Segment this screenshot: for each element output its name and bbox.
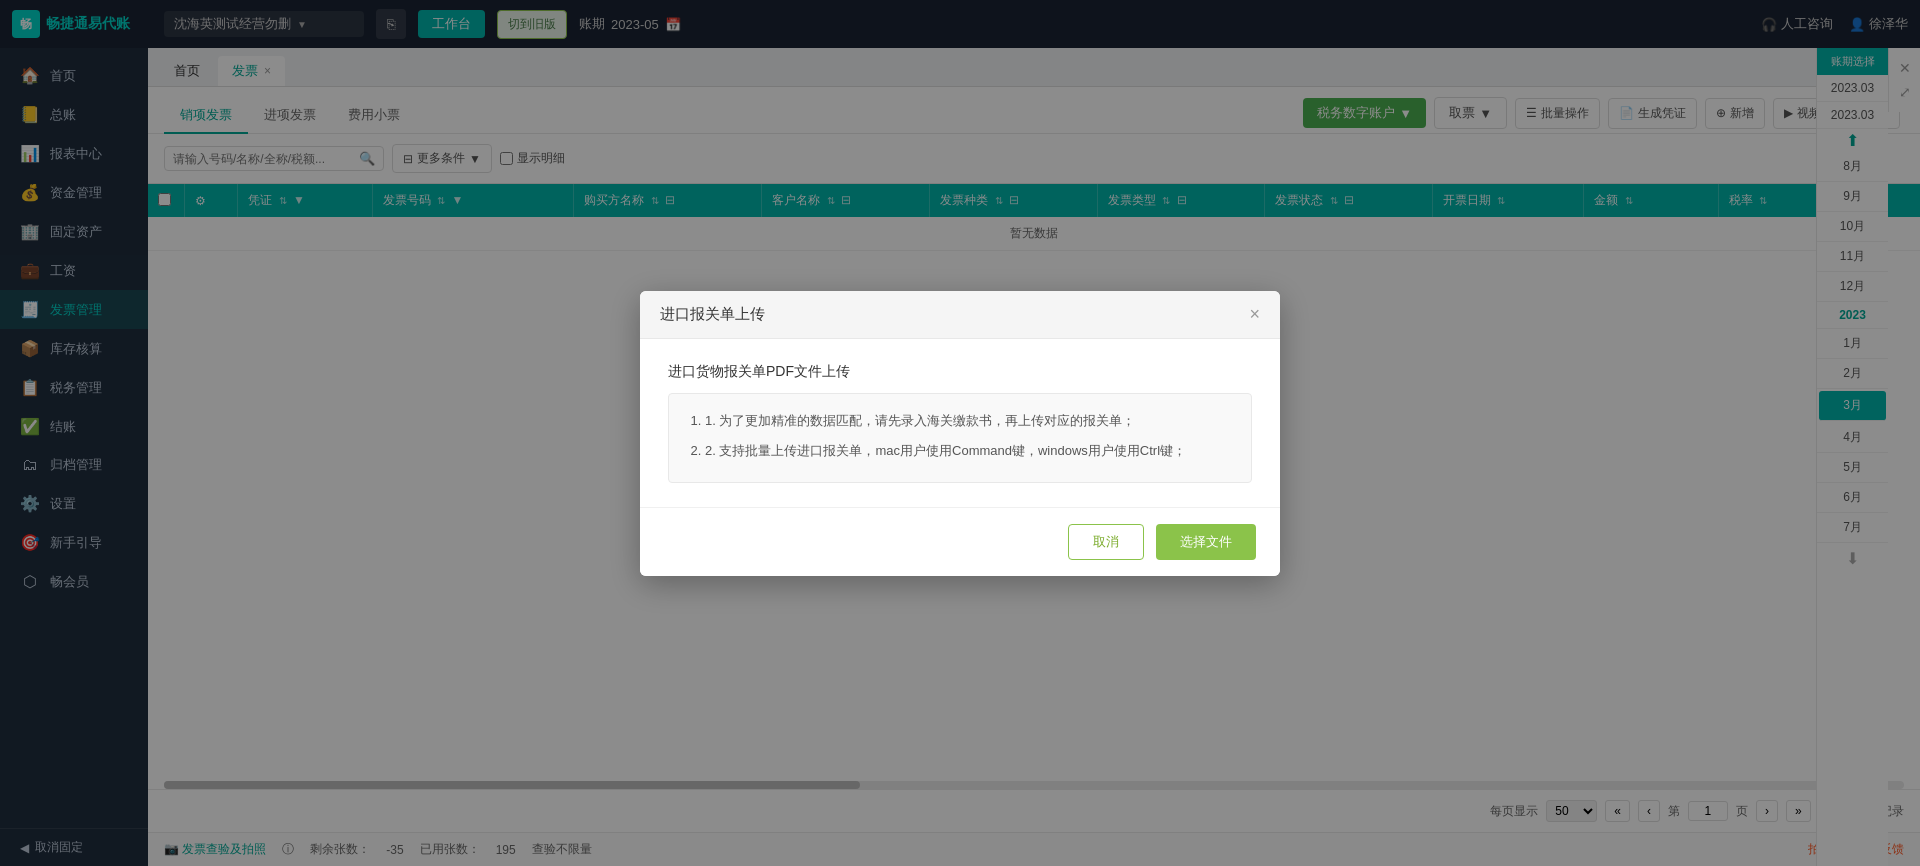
dialog-info-box: 1. 为了更加精准的数据匹配，请先录入海关缴款书，再上传对应的报关单； 2. 支… bbox=[668, 393, 1252, 483]
dialog-section-title: 进口货物报关单PDF文件上传 bbox=[668, 363, 1252, 381]
dialog-body: 进口货物报关单PDF文件上传 1. 为了更加精准的数据匹配，请先录入海关缴款书，… bbox=[640, 339, 1280, 507]
dialog-close-button[interactable]: × bbox=[1249, 305, 1260, 323]
dialog-info-line-1: 1. 为了更加精准的数据匹配，请先录入海关缴款书，再上传对应的报关单； bbox=[705, 408, 1233, 434]
import-customs-dialog: 进口报关单上传 × 进口货物报关单PDF文件上传 1. 为了更加精准的数据匹配，… bbox=[640, 291, 1280, 576]
dialog-overlay[interactable]: 进口报关单上传 × 进口货物报关单PDF文件上传 1. 为了更加精准的数据匹配，… bbox=[0, 0, 1920, 866]
dialog-info-line-2: 2. 支持批量上传进口报关单，mac用户使用Command键，windows用户… bbox=[705, 438, 1233, 464]
dialog-cancel-button[interactable]: 取消 bbox=[1068, 524, 1144, 560]
dialog-title: 进口报关单上传 bbox=[660, 305, 765, 324]
dialog-confirm-button[interactable]: 选择文件 bbox=[1156, 524, 1256, 560]
dialog-header: 进口报关单上传 × bbox=[640, 291, 1280, 339]
dialog-footer: 取消 选择文件 bbox=[640, 507, 1280, 576]
